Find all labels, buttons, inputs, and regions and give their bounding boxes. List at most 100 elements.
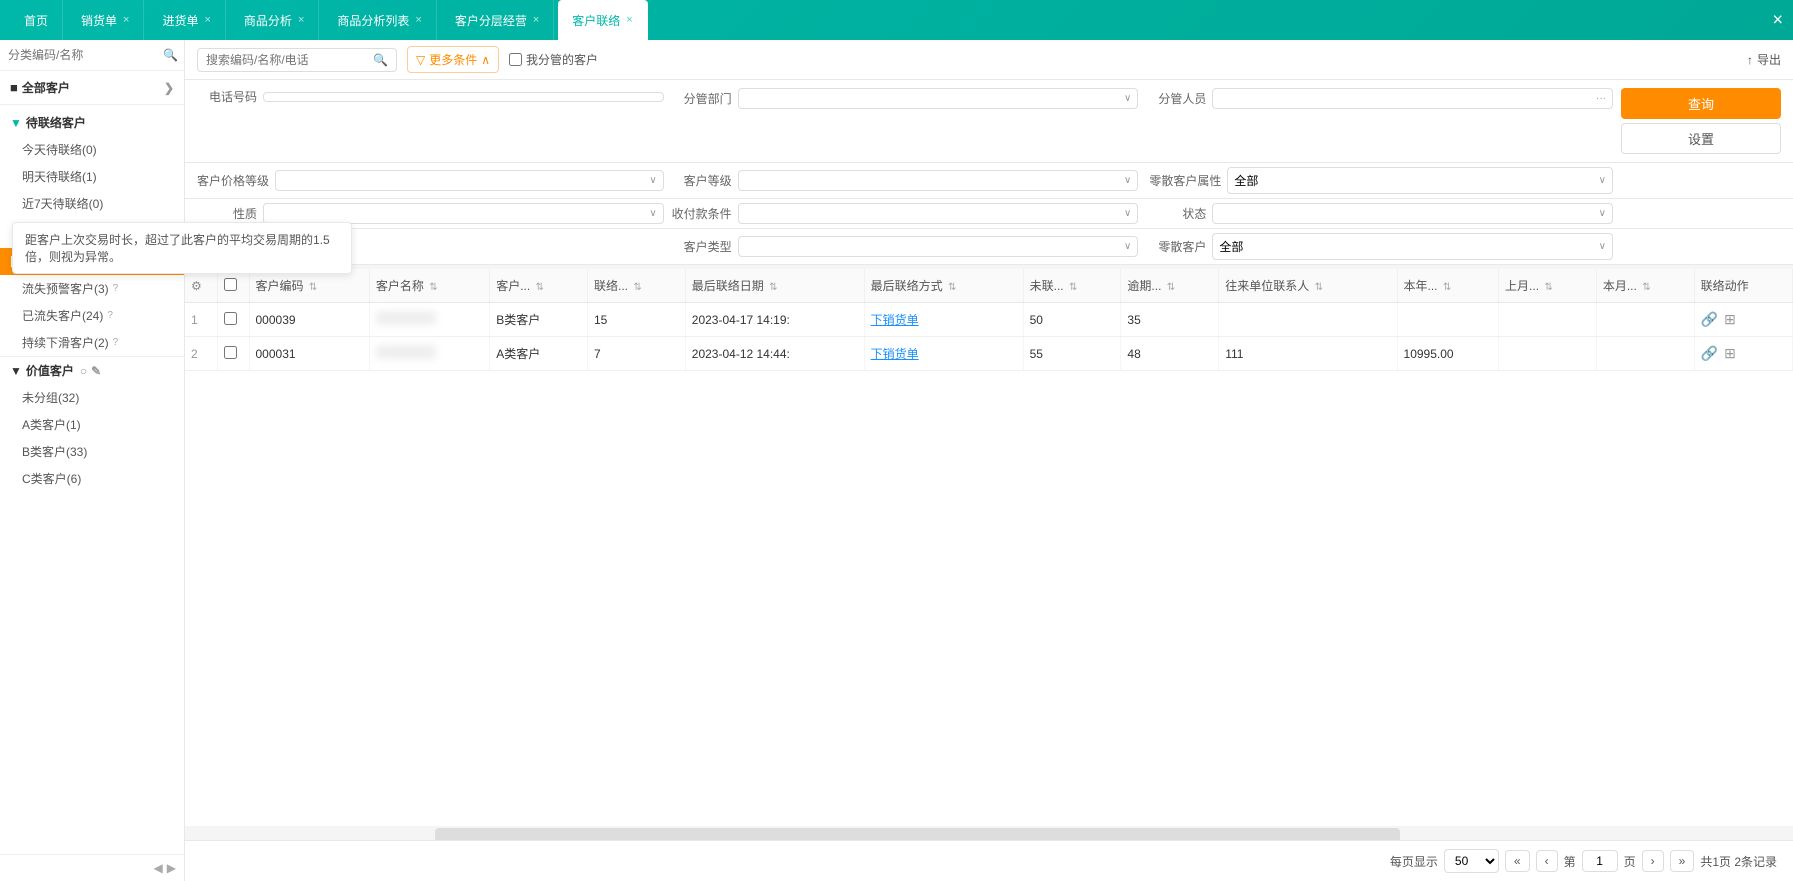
- last-page-button[interactable]: »: [1670, 850, 1695, 872]
- close-customer-segmentation-icon[interactable]: ×: [533, 14, 539, 26]
- select-all-checkbox[interactable]: [224, 278, 237, 291]
- customer-type-select[interactable]: ∨: [738, 236, 1139, 257]
- sidebar-item-7days[interactable]: 近7天待联络(0): [0, 190, 184, 217]
- sidebar-item-tomorrow[interactable]: 明天待联络(1): [0, 163, 184, 190]
- row2-uncontacted: 55: [1023, 337, 1121, 371]
- nature-select[interactable]: ∨: [263, 203, 664, 224]
- sidebar-item-class-a[interactable]: A类客户(1): [0, 411, 184, 438]
- this-year-sort-icon[interactable]: ⇅: [1443, 282, 1451, 293]
- my-customers-checkbox[interactable]: [509, 53, 522, 66]
- my-customers-checkbox-wrapper[interactable]: 我分管的客户: [509, 51, 598, 68]
- retail-attr-select[interactable]: 全部 ∨: [1227, 167, 1613, 194]
- sidebar-search-bar[interactable]: 🔍: [0, 40, 184, 71]
- more-conditions-button[interactable]: ▽ 更多条件 ∧: [407, 46, 499, 73]
- tab-product-analysis-list[interactable]: 商品分析列表 ×: [323, 0, 436, 40]
- sidebar-collapse-btn[interactable]: ❯: [164, 81, 174, 95]
- sidebar-left-arrow-icon[interactable]: ◀: [154, 861, 163, 875]
- tab-product-analysis[interactable]: 商品分析 ×: [230, 0, 319, 40]
- row1-contacts: [1219, 303, 1397, 337]
- row2-link-icon[interactable]: 🔗: [1701, 345, 1718, 362]
- row2-checkbox[interactable]: [224, 346, 237, 359]
- last-month-sort-icon[interactable]: ⇅: [1544, 282, 1552, 293]
- query-button[interactable]: 查询: [1621, 88, 1781, 119]
- tab-customer-contact[interactable]: 客户联络 ×: [558, 0, 647, 40]
- row2-contact-method-link[interactable]: 下销货单: [871, 347, 919, 361]
- status-select[interactable]: ∨: [1212, 203, 1613, 224]
- col-actions: 联络动作: [1694, 269, 1792, 303]
- manager-select[interactable]: ···: [1212, 88, 1613, 109]
- table-settings-icon[interactable]: ⚙: [191, 279, 202, 293]
- close-sales-order-icon[interactable]: ×: [123, 14, 129, 26]
- value-customer-circle-icon: ○: [80, 364, 87, 378]
- sidebar-search-input[interactable]: [8, 48, 163, 62]
- close-all-tabs-button[interactable]: ×: [1772, 10, 1783, 31]
- per-page-select[interactable]: 50 100 200: [1444, 849, 1499, 873]
- next-page-button[interactable]: ›: [1642, 850, 1664, 872]
- content-area: 🔍 ▽ 更多条件 ∧ 我分管的客户 ↑ 导出 电话号码: [185, 40, 1793, 881]
- close-purchase-order-icon[interactable]: ×: [204, 14, 210, 26]
- manager-more-icon[interactable]: ···: [1596, 93, 1606, 104]
- sidebar-item-today[interactable]: 今天待联络(0): [0, 136, 184, 163]
- row2-overdue: 48: [1121, 337, 1219, 371]
- filter-grid-row4: ··· 客户类型 ∨ 零散客户 全部 ∨: [185, 229, 1793, 265]
- horizontal-scrollbar[interactable]: [185, 826, 1793, 840]
- sidebar-search-icon[interactable]: 🔍: [163, 48, 178, 62]
- search-filter-icon[interactable]: 🔍: [373, 53, 388, 67]
- tab-customer-segmentation[interactable]: 客户分层经营 ×: [441, 0, 554, 40]
- search-filter-input-wrapper[interactable]: 🔍: [197, 48, 397, 72]
- close-product-analysis-list-icon[interactable]: ×: [415, 14, 421, 26]
- phone-input[interactable]: [263, 92, 664, 102]
- pending-contact-group-label[interactable]: ▼ 待联络客户: [0, 109, 184, 136]
- sidebar-right-arrow-icon[interactable]: ▶: [167, 861, 176, 875]
- row2-contacts: 111: [1219, 337, 1397, 371]
- value-customer-edit-icon[interactable]: ✎: [91, 364, 101, 378]
- first-page-button[interactable]: «: [1505, 850, 1530, 872]
- export-button[interactable]: ↑ 导出: [1747, 51, 1781, 68]
- department-select[interactable]: ∨: [738, 88, 1139, 109]
- settings-button[interactable]: 设置: [1621, 123, 1781, 154]
- value-customer-header[interactable]: ▼ 价值客户 ○ ✎: [0, 356, 184, 384]
- row1-this-month: [1596, 303, 1694, 337]
- payment-select[interactable]: ∨: [738, 203, 1139, 224]
- customer-grade-select[interactable]: ∨: [738, 170, 1139, 191]
- sidebar-item-declining[interactable]: 持续下滑客户(2) ?: [0, 329, 184, 356]
- churned-help-icon[interactable]: ?: [107, 310, 113, 321]
- declining-help-icon[interactable]: ?: [113, 337, 119, 348]
- row1-grid-icon[interactable]: ⊞: [1724, 311, 1736, 328]
- page-number-input[interactable]: [1582, 850, 1618, 872]
- contacts-sort-icon[interactable]: ⇅: [1315, 282, 1323, 293]
- prev-page-button[interactable]: ‹: [1536, 850, 1558, 872]
- customer-type-sort-icon[interactable]: ⇅: [536, 282, 544, 293]
- row1-checkbox[interactable]: [224, 312, 237, 325]
- close-product-analysis-icon[interactable]: ×: [298, 14, 304, 26]
- customer-name-sort-icon[interactable]: ⇅: [429, 282, 437, 293]
- sidebar-item-class-b[interactable]: B类客户(33): [0, 438, 184, 465]
- sidebar-item-churn-warning[interactable]: 流失预警客户(3) ?: [0, 275, 184, 302]
- tab-purchase-order[interactable]: 进货单 ×: [148, 0, 225, 40]
- overdue-sort-icon[interactable]: ⇅: [1167, 282, 1175, 293]
- tab-home[interactable]: 首页: [10, 0, 63, 40]
- col-customer-code: 客户编码 ⇅: [249, 269, 369, 303]
- uncontacted-sort-icon[interactable]: ⇅: [1069, 282, 1077, 293]
- tab-sales-order[interactable]: 销货单 ×: [67, 0, 144, 40]
- row1-name-blurred: [376, 311, 436, 325]
- pagination-bar: 每页显示 50 100 200 « ‹ 第 页 › » 共1页 2条记录: [185, 840, 1793, 881]
- sidebar-item-class-c[interactable]: C类客户(6): [0, 465, 184, 492]
- retail-customer-select[interactable]: 全部 ∨: [1212, 233, 1613, 260]
- churn-warning-help-icon[interactable]: ?: [113, 283, 119, 294]
- price-grade-select[interactable]: ∨: [275, 170, 664, 191]
- table-row: 1 000039 B类客户 15 2023-04-17 1: [185, 303, 1793, 337]
- price-grade-label: 客户价格等级: [197, 172, 269, 189]
- last-contact-method-sort-icon[interactable]: ⇅: [948, 282, 956, 293]
- row1-link-icon[interactable]: 🔗: [1701, 311, 1718, 328]
- customer-code-sort-icon[interactable]: ⇅: [309, 282, 317, 293]
- search-filter-input[interactable]: [206, 53, 369, 67]
- this-month-sort-icon[interactable]: ⇅: [1642, 282, 1650, 293]
- sidebar-item-churned[interactable]: 已流失客户(24) ?: [0, 302, 184, 329]
- contact-count-sort-icon[interactable]: ⇅: [633, 282, 641, 293]
- row1-contact-method-link[interactable]: 下销货单: [871, 313, 919, 327]
- close-customer-contact-icon[interactable]: ×: [626, 14, 632, 26]
- last-contact-date-sort-icon[interactable]: ⇅: [769, 282, 777, 293]
- sidebar-item-ungrouped[interactable]: 未分组(32): [0, 384, 184, 411]
- row2-grid-icon[interactable]: ⊞: [1724, 345, 1736, 362]
